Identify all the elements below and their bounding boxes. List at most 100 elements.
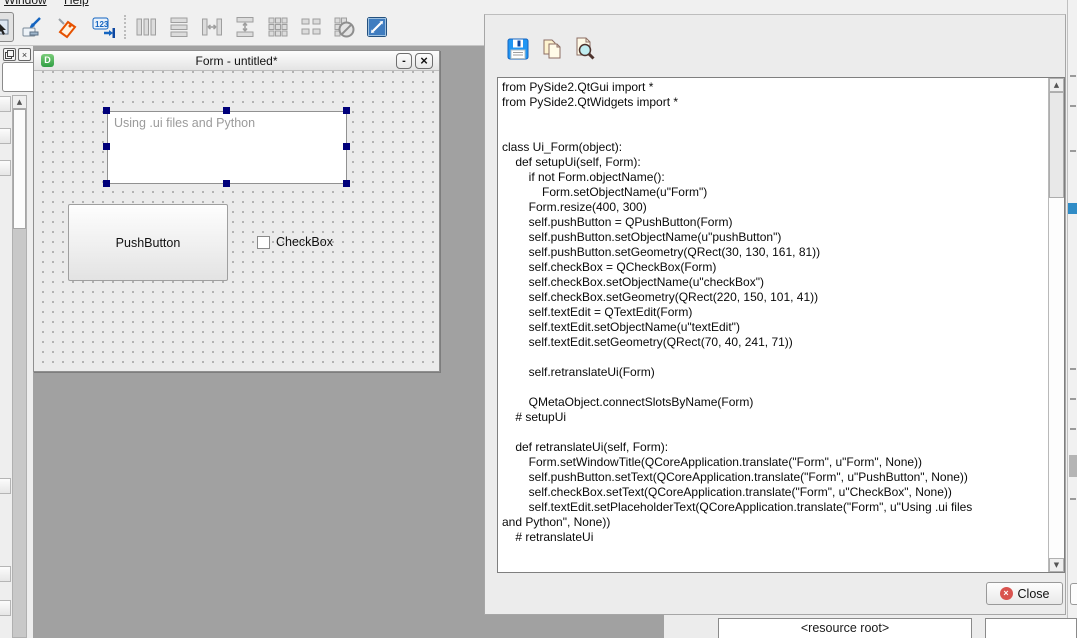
- float-icon: [5, 50, 14, 59]
- edit-tab-order-icon: 123: [91, 15, 115, 39]
- save-button[interactable]: [504, 35, 532, 63]
- selection-handle-n[interactable]: [223, 107, 230, 114]
- code-line: # setupUi: [502, 410, 1048, 425]
- close-circle-icon: ×: [1000, 587, 1013, 600]
- right-dock-sliver: [1067, 0, 1077, 638]
- code-line: self.checkBox.setText(QCoreApplication.t…: [502, 485, 1048, 500]
- scroll-up-icon[interactable]: ▲: [1049, 78, 1064, 92]
- code-line: self.textEdit.setPlaceholderText(QCoreAp…: [502, 500, 1048, 515]
- widget-box-search-input[interactable]: [2, 62, 33, 92]
- selection-handle-sw[interactable]: [103, 180, 110, 187]
- code-line: self.checkBox = QCheckBox(Form): [502, 260, 1048, 275]
- code-line: Form.resize(400, 300): [502, 200, 1048, 215]
- code-line: self.textEdit.setObjectName(u"textEdit"): [502, 320, 1048, 335]
- code-line: self.pushButton = QPushButton(Form): [502, 215, 1048, 230]
- code-editor[interactable]: from PySide2.QtGui import * from PySide2…: [497, 77, 1065, 573]
- widgetbox-item[interactable]: [0, 566, 11, 582]
- sliver-mark: [1070, 75, 1076, 77]
- preview-button[interactable]: [571, 35, 599, 63]
- edit-tab-order-button[interactable]: 123: [88, 12, 118, 42]
- splitter-horizontal-button[interactable]: [197, 12, 227, 42]
- layout-grid-icon: [266, 15, 290, 39]
- layout-form-button[interactable]: [296, 12, 326, 42]
- layout-horizontal-button[interactable]: [131, 12, 161, 42]
- close-icon: ×: [22, 50, 27, 60]
- code-line: self.pushButton.setGeometry(QRect(30, 13…: [502, 245, 1048, 260]
- splitter-vertical-button[interactable]: [230, 12, 260, 42]
- widgetbox-item[interactable]: [0, 600, 11, 616]
- form-window-titlebar[interactable]: D Form - untitled* - ×: [34, 51, 439, 71]
- code-line: Form.setWindowTitle(QCoreApplication.tra…: [502, 455, 1048, 470]
- edit-widgets-button[interactable]: [0, 12, 14, 42]
- code-line: # retranslateUi: [502, 530, 1048, 545]
- scrollbar-thumb[interactable]: [13, 109, 26, 229]
- sliver-mark: [1070, 150, 1076, 152]
- form-designer-window: D Form - untitled* - × Using .ui files a…: [33, 50, 440, 372]
- resource-root-item[interactable]: <resource root>: [719, 619, 971, 638]
- menu-window[interactable]: Window: [4, 0, 47, 7]
- preview-icon: [572, 36, 598, 62]
- sliver-mark: [1069, 455, 1077, 477]
- code-line: self.pushButton.setText(QCoreApplication…: [502, 470, 1048, 485]
- sliver-mark: [1070, 105, 1076, 107]
- widget-box-scrollbar[interactable]: ▲: [12, 95, 27, 638]
- checkbox-label[interactable]: CheckBox: [276, 235, 333, 249]
- scroll-up-icon[interactable]: ▲: [13, 96, 26, 109]
- code-line: self.pushButton.setObjectName(u"pushButt…: [502, 230, 1048, 245]
- resource-tree-panel[interactable]: <resource root>: [718, 618, 972, 638]
- code-line: from PySide2.QtWidgets import *: [502, 95, 1048, 110]
- code-line: self.textEdit = QTextEdit(Form): [502, 305, 1048, 320]
- dock-float-button[interactable]: [3, 48, 16, 61]
- code-text: from PySide2.QtGui import * from PySide2…: [498, 78, 1048, 572]
- code-line: [502, 380, 1048, 395]
- code-line: from PySide2.QtGui import *: [502, 80, 1048, 95]
- scrollbar-thumb[interactable]: [1049, 92, 1064, 198]
- splitter-horizontal-icon: [200, 15, 224, 39]
- edit-buddies-icon: [55, 15, 79, 39]
- close-button-label: Close: [1018, 587, 1050, 601]
- scroll-down-icon[interactable]: ▼: [1049, 558, 1064, 572]
- break-layout-button[interactable]: [329, 12, 359, 42]
- widgetbox-item[interactable]: [0, 128, 11, 144]
- resource-list-panel[interactable]: [985, 618, 1077, 638]
- layout-vertical-icon: [167, 15, 191, 39]
- second-close-button-sliver[interactable]: [1070, 583, 1077, 605]
- close-button[interactable]: × Close: [986, 582, 1063, 605]
- widgetbox-item[interactable]: [0, 478, 11, 494]
- break-layout-icon: [332, 15, 356, 39]
- sliver-mark: [1070, 428, 1076, 430]
- code-line: [502, 110, 1048, 125]
- dock-close-button[interactable]: ×: [18, 48, 31, 61]
- code-scrollbar[interactable]: ▲ ▼: [1048, 78, 1064, 572]
- selection-handle-nw[interactable]: [103, 107, 110, 114]
- svg-text:123: 123: [95, 20, 109, 29]
- selection-handle-e[interactable]: [343, 143, 350, 150]
- form-canvas[interactable]: Using .ui files and Python PushButton Ch…: [34, 71, 439, 371]
- form-close-button[interactable]: ×: [415, 53, 433, 69]
- selection-handle-ne[interactable]: [343, 107, 350, 114]
- checkbox-widget[interactable]: [257, 236, 270, 249]
- textedit-widget[interactable]: Using .ui files and Python: [107, 111, 347, 184]
- copy-button[interactable]: [538, 35, 566, 63]
- adjust-size-button[interactable]: [362, 12, 392, 42]
- selection-handle-se[interactable]: [343, 180, 350, 187]
- selected-row-sliver: [1068, 203, 1077, 214]
- code-line: def retranslateUi(self, Form):: [502, 440, 1048, 455]
- code-line: [502, 425, 1048, 440]
- code-line: QMetaObject.connectSlotsByName(Form): [502, 395, 1048, 410]
- widgetbox-item[interactable]: [0, 160, 11, 176]
- pushbutton-widget[interactable]: PushButton: [68, 204, 228, 281]
- selection-handle-s[interactable]: [223, 180, 230, 187]
- form-minimize-button[interactable]: -: [396, 53, 412, 69]
- code-line: [502, 125, 1048, 140]
- layout-vertical-button[interactable]: [164, 12, 194, 42]
- code-line: class Ui_Form(object):: [502, 140, 1048, 155]
- edit-buddies-button[interactable]: [52, 12, 82, 42]
- selection-handle-w[interactable]: [103, 143, 110, 150]
- sliver-mark: [1070, 368, 1076, 370]
- edit-signals-slots-button[interactable]: [17, 12, 47, 42]
- layout-grid-button[interactable]: [263, 12, 293, 42]
- adjust-size-icon: [365, 15, 389, 39]
- widgetbox-item[interactable]: [0, 96, 11, 112]
- menu-help[interactable]: Help: [64, 0, 89, 7]
